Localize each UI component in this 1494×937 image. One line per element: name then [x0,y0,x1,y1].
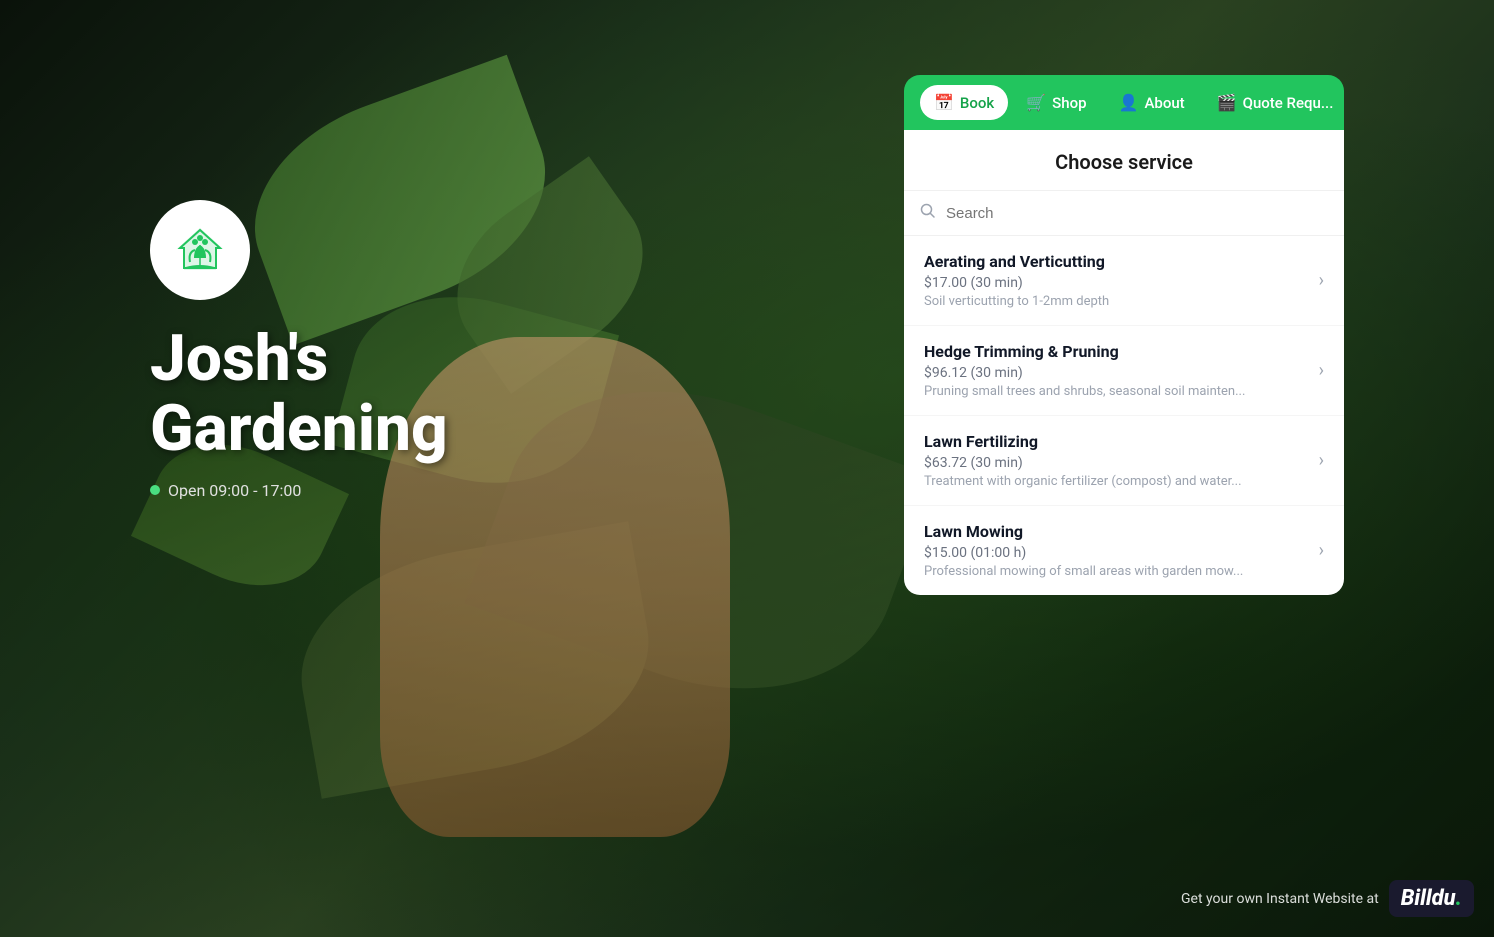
service-info-1: Hedge Trimming & Pruning $96.12 (30 min)… [924,342,1307,399]
about-icon: 👤 [1119,93,1139,112]
service-desc-1: Pruning small trees and shrubs, seasonal… [924,384,1307,399]
business-info: Josh's Gardening Open 09:00 - 17:00 [150,200,448,500]
service-item[interactable]: Lawn Fertilizing $63.72 (30 min) Treatme… [904,416,1344,506]
chevron-right-icon: › [1319,360,1324,381]
footer-text: Get your own Instant Website at [1181,891,1379,907]
business-name: Josh's Gardening [150,324,448,465]
billdu-brand-text: Billdu. [1401,886,1462,911]
chevron-right-icon: › [1319,270,1324,291]
service-item[interactable]: Lawn Mowing $15.00 (01:00 h) Professiona… [904,506,1344,595]
status-text: Open 09:00 - 17:00 [168,481,301,500]
booking-widget: 📅 Book 🛒 Shop 👤 About 🎬 Quote Requ... Ch… [904,75,1344,595]
service-desc-3: Professional mowing of small areas with … [924,564,1307,579]
logo-svg [170,220,230,280]
service-panel: Choose service Aerating and Verticutting… [904,130,1344,595]
nav-shop[interactable]: 🛒 Shop [1012,85,1100,120]
search-icon [920,203,936,223]
nav-quote[interactable]: 🎬 Quote Requ... [1203,85,1348,120]
shop-icon: 🛒 [1026,93,1046,112]
service-name-1: Hedge Trimming & Pruning [924,342,1307,361]
business-status: Open 09:00 - 17:00 [150,481,448,500]
panel-title: Choose service [904,130,1344,191]
chevron-right-icon: › [1319,450,1324,471]
nav-bar: 📅 Book 🛒 Shop 👤 About 🎬 Quote Requ... [904,75,1344,130]
service-desc-0: Soil verticutting to 1-2mm depth [924,294,1307,309]
business-logo [150,200,250,300]
service-list: Aerating and Verticutting $17.00 (30 min… [904,236,1344,595]
nav-book-label: Book [960,94,994,112]
service-info-3: Lawn Mowing $15.00 (01:00 h) Professiona… [924,522,1307,579]
service-price-1: $96.12 (30 min) [924,365,1307,381]
service-info-2: Lawn Fertilizing $63.72 (30 min) Treatme… [924,432,1307,489]
service-name-2: Lawn Fertilizing [924,432,1307,451]
nav-book[interactable]: 📅 Book [920,85,1008,120]
service-price-2: $63.72 (30 min) [924,455,1307,471]
chevron-right-icon: › [1319,540,1324,561]
nav-about[interactable]: 👤 About [1105,85,1199,120]
service-item[interactable]: Aerating and Verticutting $17.00 (30 min… [904,236,1344,326]
footer: Get your own Instant Website at Billdu. [1181,880,1474,917]
search-input[interactable] [946,205,1328,222]
nav-about-label: About [1144,94,1184,112]
service-item[interactable]: Hedge Trimming & Pruning $96.12 (30 min)… [904,326,1344,416]
book-icon: 📅 [934,93,954,112]
service-price-3: $15.00 (01:00 h) [924,545,1307,561]
service-info-0: Aerating and Verticutting $17.00 (30 min… [924,252,1307,309]
status-dot [150,485,160,495]
service-name-0: Aerating and Verticutting [924,252,1307,271]
search-container [904,191,1344,236]
service-price-0: $17.00 (30 min) [924,275,1307,291]
nav-shop-label: Shop [1052,94,1086,112]
service-desc-2: Treatment with organic fertilizer (compo… [924,474,1307,489]
service-name-3: Lawn Mowing [924,522,1307,541]
billdu-logo: Billdu. [1389,880,1474,917]
nav-quote-label: Quote Requ... [1243,94,1334,112]
quote-icon: 🎬 [1217,93,1237,112]
